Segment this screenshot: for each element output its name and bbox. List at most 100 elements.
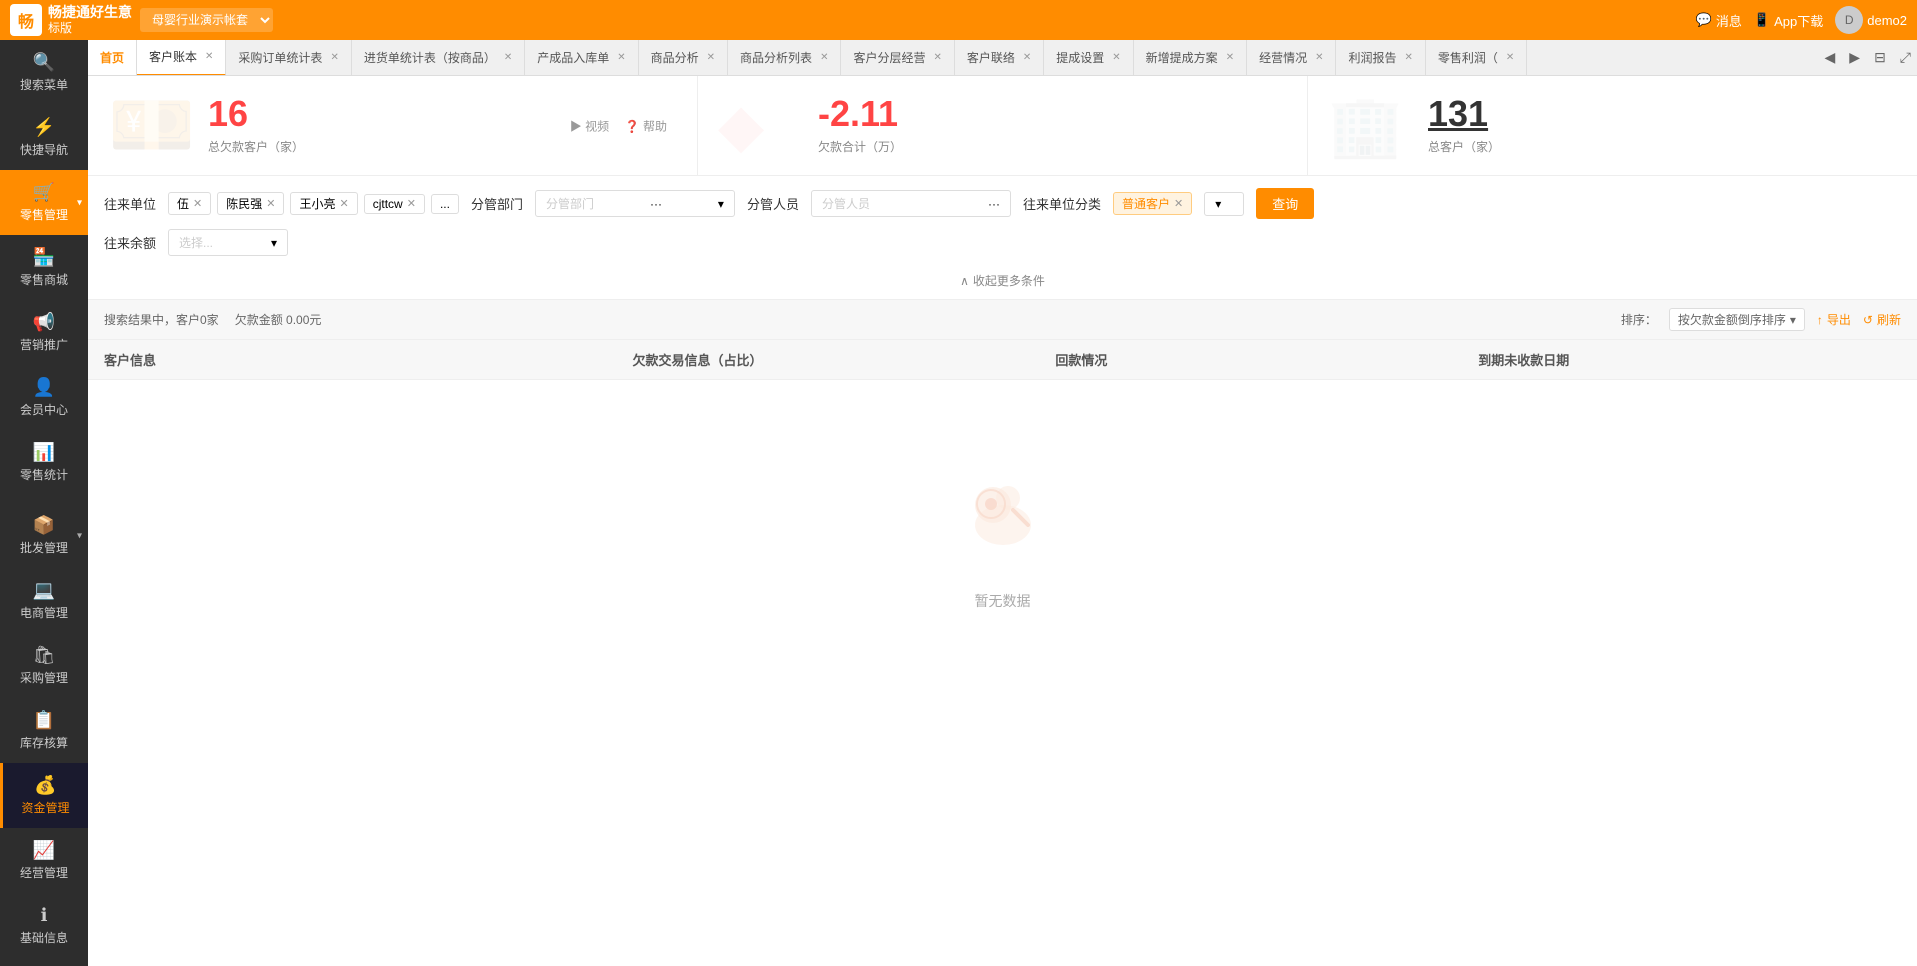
balance-chevron-down-icon: ▾	[271, 236, 277, 250]
stat-bg-icon-3: 🏢	[1328, 90, 1403, 161]
ecom-icon: 💻	[0, 580, 88, 601]
tab-customer-ledger[interactable]: 客户账本 ✕	[137, 40, 226, 76]
tab-close-retail-profit[interactable]: ✕	[1506, 52, 1514, 63]
sidebar-item-marketing[interactable]: 📢 营销推广	[0, 300, 88, 365]
dept-select-more-icon: ···	[650, 197, 662, 211]
retail-icon: 🛒	[0, 182, 88, 203]
user-area[interactable]: D demo2	[1835, 6, 1907, 34]
sidebar-item-ecom[interactable]: 💻 电商管理	[0, 568, 88, 633]
content-area: 首页 客户账本 ✕ 采购订单统计表 ✕ 进货单统计表（按商品） ✕ 产成品入库单…	[88, 40, 1917, 966]
ops-icon: 📈	[0, 840, 88, 861]
quicknav-icon: ⚡	[0, 117, 88, 138]
unit-tag-chen-close[interactable]: ✕	[266, 197, 275, 210]
stat-value-debt-customers: 16	[208, 96, 304, 132]
tab-retail-profit[interactable]: 零售利润（ ✕	[1426, 40, 1527, 76]
dept-filter-select[interactable]: 分管部门 ··· ▾	[535, 190, 735, 217]
wholesale-arrow-icon: ▾	[77, 530, 82, 541]
sidebar-item-retailstat[interactable]: 📊 零售统计	[0, 430, 88, 495]
table-header: 客户信息 欠款交易信息（占比） 回款情况 到期未收款日期	[88, 340, 1917, 380]
tab-next-btn[interactable]: ▶	[1843, 49, 1866, 66]
table-col-debt-info: 欠款交易信息（占比）	[633, 350, 1056, 369]
unit-tag-wang-close[interactable]: ✕	[340, 197, 349, 210]
balance-filter-select[interactable]: 选择... ▾	[168, 229, 288, 256]
main-content: 💴 16 总欠款客户（家） ▶ 视频 ❓ 帮助 ◆	[88, 76, 1917, 966]
tab-production-inbound[interactable]: 产成品入库单 ✕	[525, 40, 638, 76]
search-icon: 🔍	[0, 52, 88, 73]
sidebar-item-member[interactable]: 👤 会员中心	[0, 365, 88, 430]
tab-ops-status[interactable]: 经营情况 ✕	[1247, 40, 1336, 76]
tab-home[interactable]: 首页	[88, 40, 137, 76]
query-button[interactable]: 查询	[1256, 188, 1314, 219]
unit-tag-chen: 陈民强 ✕	[217, 192, 284, 215]
tab-inbound-stats[interactable]: 进货单统计表（按商品） ✕	[352, 40, 525, 76]
collapse-up-icon: ∧	[960, 274, 969, 288]
retailstat-icon: 📊	[0, 442, 88, 463]
unit-tag-cjttcw-close[interactable]: ✕	[407, 197, 416, 210]
tab-close-production[interactable]: ✕	[617, 52, 625, 63]
search-result-text: 搜索结果中，客户0家	[104, 311, 219, 328]
tab-close-purchase-order[interactable]: ✕	[330, 52, 338, 63]
table-col-overdue-date: 到期未收款日期	[1478, 350, 1901, 369]
sidebar-item-finance[interactable]: 💰 资金管理	[0, 763, 88, 828]
tab-product-analysis-list[interactable]: 商品分析列表 ✕	[728, 40, 841, 76]
sidebar-item-retail[interactable]: 🛒 零售管理 ▾	[0, 170, 88, 235]
unit-type-tag-close[interactable]: ✕	[1174, 197, 1183, 210]
store-selector[interactable]: 母婴行业演示帐套	[140, 8, 273, 32]
tab-close-product-list[interactable]: ✕	[820, 52, 828, 63]
table-col-repay-info: 回款情况	[1055, 350, 1478, 369]
tab-close-ops-status[interactable]: ✕	[1315, 52, 1323, 63]
retailshop-icon: 🏪	[0, 247, 88, 268]
app-download-btn[interactable]: 📱 App下载	[1754, 11, 1823, 30]
tab-close-inbound[interactable]: ✕	[504, 52, 512, 63]
unit-tag-more[interactable]: ...	[431, 194, 459, 214]
tab-new-improve-plan[interactable]: 新增提成方案 ✕	[1134, 40, 1247, 76]
tab-close-product-analysis[interactable]: ✕	[707, 52, 715, 63]
tab-improve-settings[interactable]: 提成设置 ✕	[1044, 40, 1133, 76]
unit-filter-tags: 伍 ✕ 陈民强 ✕ 王小亮 ✕	[168, 192, 459, 215]
sidebar-item-ops[interactable]: 📈 经营管理	[0, 828, 88, 893]
sidebar-item-basic[interactable]: ℹ 基础信息	[0, 893, 88, 958]
dept-chevron-down-icon: ▾	[718, 197, 724, 211]
tab-close-new-improve[interactable]: ✕	[1226, 52, 1234, 63]
sort-select[interactable]: 按欠款金额倒序排序 ▾	[1669, 308, 1805, 331]
sidebar-item-retailshop[interactable]: 🏪 零售商城	[0, 235, 88, 300]
tab-close-customer-ledger[interactable]: ✕	[205, 51, 213, 62]
refresh-button[interactable]: ↺ 刷新	[1863, 311, 1901, 328]
sidebar-item-wholesale[interactable]: 📦 批发管理 ▾	[0, 503, 88, 568]
message-icon: 💬	[1696, 12, 1712, 28]
tab-purchase-order-stats[interactable]: 采购订单统计表 ✕	[226, 40, 351, 76]
sidebar-item-search[interactable]: 🔍 搜索菜单	[0, 40, 88, 105]
sidebar-item-quicknav[interactable]: ⚡ 快捷导航	[0, 105, 88, 170]
main-area: 🔍 搜索菜单 ⚡ 快捷导航 🛒 零售管理 ▾ 🏪 零售商城 📢 营销推广 �	[0, 40, 1917, 966]
tab-close-profit-report[interactable]: ✕	[1405, 52, 1413, 63]
help-label[interactable]: ❓ 帮助	[625, 119, 667, 133]
message-btn[interactable]: 💬 消息	[1696, 11, 1742, 30]
tab-customer-layer[interactable]: 客户分层经营 ✕	[841, 40, 954, 76]
export-button[interactable]: ↑ 导出	[1817, 311, 1851, 328]
tab-close-customer-layer[interactable]: ✕	[933, 52, 941, 63]
sidebar-item-purchase[interactable]: 🛍 采购管理	[0, 633, 88, 698]
sidebar-item-inventory[interactable]: 📋 库存核算	[0, 698, 88, 763]
sidebar-item-system[interactable]: ⚙ 系统管理	[0, 958, 88, 966]
video-label[interactable]: ▶ 视频	[570, 119, 609, 133]
purchase-icon: 🛍	[0, 645, 88, 666]
stat-bg-icon-1: 💴	[108, 85, 195, 167]
tab-prev-btn[interactable]: ◀	[1819, 49, 1842, 66]
tab-close-customer-contact[interactable]: ✕	[1023, 52, 1031, 63]
stats-row: 💴 16 总欠款客户（家） ▶ 视频 ❓ 帮助 ◆	[88, 76, 1917, 176]
tab-close-improve-settings[interactable]: ✕	[1112, 52, 1120, 63]
basic-icon: ℹ	[0, 905, 88, 926]
unit-tag-wu-close[interactable]: ✕	[193, 197, 202, 210]
collapse-button[interactable]: ∧ 收起更多条件	[104, 266, 1901, 299]
top-bar-left: 畅 畅捷通好生意 标版 母婴行业演示帐套	[10, 3, 273, 37]
tab-product-analysis[interactable]: 商品分析 ✕	[639, 40, 728, 76]
person-filter-select[interactable]: 分管人员 ···	[811, 190, 1011, 217]
unit-type-more-select[interactable]: ▾	[1204, 192, 1244, 216]
tab-maximize-btn[interactable]: ⤢	[1894, 49, 1917, 66]
dept-filter-label: 分管部门	[471, 194, 523, 213]
balance-filter-label: 往来余额	[104, 233, 156, 252]
tab-profit-report[interactable]: 利润报告 ✕	[1336, 40, 1425, 76]
stat-actions-1: ▶ 视频 ❓ 帮助	[570, 117, 667, 134]
tab-menu-btn[interactable]: ⊟	[1868, 49, 1892, 66]
tab-customer-contact[interactable]: 客户联络 ✕	[955, 40, 1044, 76]
